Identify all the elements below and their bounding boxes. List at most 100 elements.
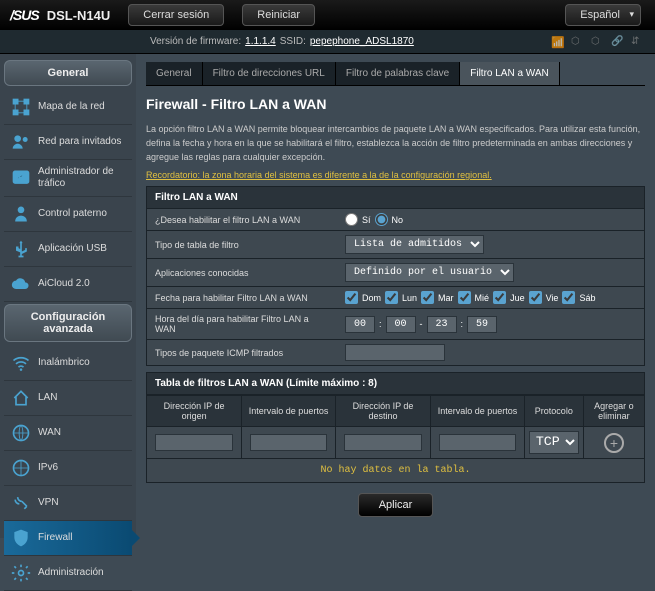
day-dom[interactable]: Dom	[345, 291, 381, 304]
col-src-ports: Intervalo de puertos	[242, 396, 336, 427]
table-type-select[interactable]: Lista de admitidos	[345, 235, 484, 254]
parental-icon	[10, 203, 32, 225]
day-lun[interactable]: Lun	[385, 291, 417, 304]
col-dst-ip: Dirección IP de destino	[335, 396, 430, 427]
sidebar-item-label: Mapa de la red	[38, 101, 105, 113]
section-header: Filtro LAN a WAN	[146, 186, 645, 209]
row-enable: ¿Desea habilitar el filtro LAN a WAN Sí …	[146, 209, 645, 231]
add-row-button[interactable]: +	[604, 433, 624, 453]
row-date: Fecha para habilitar Filtro LAN a WAN Do…	[146, 287, 645, 309]
day-mie[interactable]: Mié	[458, 291, 490, 304]
timezone-reminder-link[interactable]: Recordatorio: la zona horaria del sistem…	[146, 170, 645, 180]
sidebar-item-label: IPv6	[38, 462, 58, 474]
language-select[interactable]: Español	[565, 4, 641, 26]
sidebar-section-general: General	[4, 60, 132, 86]
sidebar-item-label: Aplicación USB	[38, 243, 107, 255]
enable-yes[interactable]: Sí	[345, 213, 371, 226]
ssid-link[interactable]: pepephone_ADSL1870	[310, 36, 414, 47]
time-label: Hora del día para habilitar Filtro LAN a…	[147, 309, 337, 339]
sidebar-item-label: AiCloud 2.0	[38, 278, 90, 290]
sidebar-item-firewall[interactable]: Firewall	[4, 521, 132, 556]
content-area: General Filtro de direcciones URL Filtro…	[136, 54, 655, 538]
col-action: Agregar o eliminar	[583, 396, 644, 427]
time-m2[interactable]	[467, 316, 497, 333]
table-type-label: Tipo de tabla de filtro	[147, 235, 337, 255]
sidebar-item-parental[interactable]: Control paterno	[4, 197, 132, 232]
tab-lan-wan-filter[interactable]: Filtro LAN a WAN	[460, 62, 560, 85]
sidebar-item-label: Firewall	[38, 532, 72, 544]
day-sab[interactable]: Sáb	[562, 291, 595, 304]
tab-url-filter[interactable]: Filtro de direcciones URL	[203, 62, 336, 85]
row-icmp: Tipos de paquete ICMP filtrados	[146, 340, 645, 366]
sidebar-item-label: VPN	[38, 497, 59, 509]
apply-button[interactable]: Aplicar	[358, 493, 434, 517]
sidebar-item-label: WAN	[38, 427, 61, 439]
wan-icon	[10, 422, 32, 444]
sidebar-item-label: Control paterno	[38, 208, 107, 220]
traffic-icon	[10, 167, 32, 189]
col-src-ip: Dirección IP de origen	[147, 396, 242, 427]
lan-icon	[10, 387, 32, 409]
sidebar-item-label: Red para invitados	[38, 136, 121, 148]
day-mar[interactable]: Mar	[421, 291, 454, 304]
day-jue[interactable]: Jue	[493, 291, 525, 304]
sidebar-item-vpn[interactable]: VPN	[4, 486, 132, 521]
sidebar-item-guest[interactable]: Red para invitados	[4, 125, 132, 160]
reboot-button[interactable]: Reiniciar	[242, 4, 315, 26]
usb-icon	[631, 36, 645, 48]
firmware-link[interactable]: 1.1.1.4	[245, 36, 276, 47]
sidebar-item-label: Administración	[38, 567, 104, 579]
dst-port-input[interactable]	[439, 434, 515, 451]
sidebar-item-lan[interactable]: LAN	[4, 381, 132, 416]
info-bar: Versión de firmware: 1.1.1.4 SSID: pepep…	[0, 30, 655, 54]
link-icon	[611, 36, 625, 48]
tab-keyword-filter[interactable]: Filtro de palabras clave	[336, 62, 460, 85]
time-h2[interactable]	[427, 316, 457, 333]
src-port-input[interactable]	[250, 434, 326, 451]
model-name: DSL-N14U	[47, 8, 111, 23]
apps-label: Aplicaciones conocidas	[147, 263, 337, 283]
protocol-select[interactable]: TCP	[529, 431, 579, 454]
row-time: Hora del día para habilitar Filtro LAN a…	[146, 309, 645, 340]
globe2-icon	[591, 36, 605, 48]
page-description: La opción filtro LAN a WAN permite bloqu…	[146, 122, 645, 164]
wireless-icon	[10, 352, 32, 374]
tab-general[interactable]: General	[146, 62, 203, 85]
cloud-icon	[10, 273, 32, 295]
sidebar-item-traffic[interactable]: Administrador de tráfico	[4, 160, 132, 197]
enable-no[interactable]: No	[375, 213, 404, 226]
dst-ip-input[interactable]	[344, 434, 422, 451]
day-vie[interactable]: Vie	[529, 291, 559, 304]
sidebar-section-advanced: Configuración avanzada	[4, 304, 132, 342]
ipv6-icon	[10, 457, 32, 479]
time-m1[interactable]	[386, 316, 416, 333]
src-ip-input[interactable]	[155, 434, 233, 451]
sidebar-item-ipv6[interactable]: IPv6	[4, 451, 132, 486]
icmp-input[interactable]	[345, 344, 445, 361]
sidebar-item-network-map[interactable]: Mapa de la red	[4, 90, 132, 125]
page-title: Firewall - Filtro LAN a WAN	[146, 96, 645, 112]
date-label: Fecha para habilitar Filtro LAN a WAN	[147, 288, 337, 308]
firewall-icon	[10, 527, 32, 549]
ssid-label: SSID:	[280, 36, 306, 47]
firmware-label: Versión de firmware:	[150, 36, 241, 47]
row-table-type: Tipo de tabla de filtro Lista de admitid…	[146, 231, 645, 259]
sidebar-item-label: LAN	[38, 392, 57, 404]
sidebar-item-usb[interactable]: Aplicación USB	[4, 232, 132, 267]
icmp-label: Tipos de paquete ICMP filtrados	[147, 343, 337, 363]
wifi-icon	[551, 36, 565, 48]
sidebar-item-aicloud[interactable]: AiCloud 2.0	[4, 267, 132, 302]
sidebar-item-label: Inalámbrico	[38, 357, 90, 369]
sidebar-item-wan[interactable]: WAN	[4, 416, 132, 451]
brand-logo: /SUS	[10, 7, 39, 23]
sidebar-item-wireless[interactable]: Inalámbrico	[4, 346, 132, 381]
status-icons	[551, 36, 645, 48]
time-h1[interactable]	[345, 316, 375, 333]
sidebar-item-admin[interactable]: Administración	[4, 556, 132, 591]
no-data-message: No hay datos en la tabla.	[146, 459, 645, 483]
table-input-row: TCP +	[147, 427, 645, 459]
vpn-icon	[10, 492, 32, 514]
globe-icon	[571, 36, 585, 48]
logout-button[interactable]: Cerrar sesión	[128, 4, 224, 26]
apps-select[interactable]: Definido por el usuario	[345, 263, 514, 282]
